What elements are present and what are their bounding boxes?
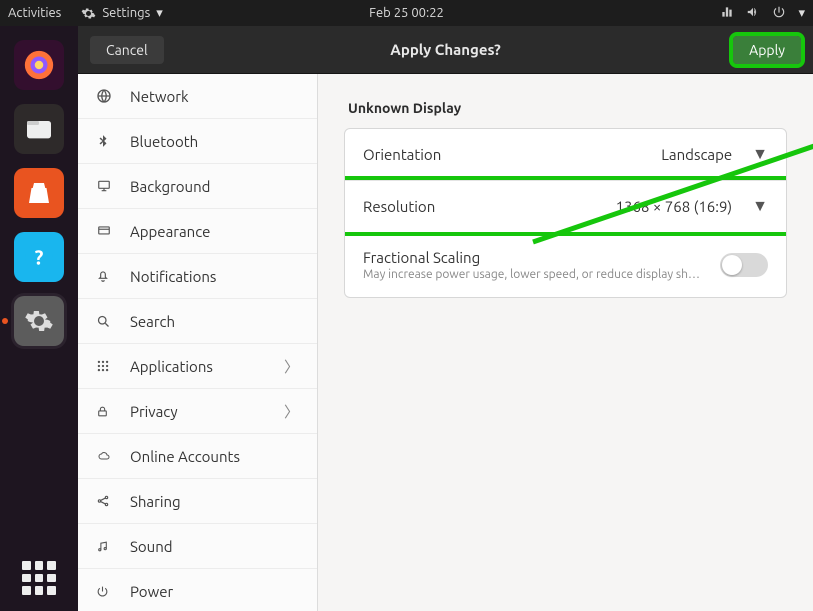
orientation-value: Landscape [661, 146, 732, 163]
sidebar-item-sharing[interactable]: Sharing [78, 479, 317, 524]
desktop-icon [96, 179, 114, 193]
sidebar-item-search[interactable]: Search [78, 299, 317, 344]
sidebar-label: Online Accounts [130, 448, 240, 465]
appearance-icon [96, 224, 114, 238]
share-icon [96, 494, 114, 508]
titlebar-title: Apply Changes? [390, 41, 500, 58]
fractional-scaling-label: Fractional Scaling [363, 249, 703, 266]
sidebar-label: Power [130, 583, 173, 600]
apply-button[interactable]: Apply [733, 36, 801, 64]
display-section-title: Unknown Display [348, 100, 787, 116]
dock: ? [0, 26, 78, 611]
app-menu[interactable]: Settings ▾ [81, 6, 162, 21]
orientation-row[interactable]: Orientation Landscape ▼ [345, 129, 786, 180]
dock-settings[interactable] [14, 296, 64, 346]
dock-help[interactable]: ? [14, 232, 64, 282]
lock-icon [96, 404, 114, 419]
orientation-label: Orientation [363, 146, 441, 163]
chevron-down-icon: ▾ [156, 6, 163, 21]
sidebar-label: Applications [130, 358, 213, 375]
sidebar-label: Bluetooth [130, 133, 198, 150]
grid-icon [96, 359, 114, 373]
bluetooth-icon [96, 133, 114, 149]
sidebar-label: Background [130, 178, 210, 195]
power-icon [96, 585, 114, 598]
sidebar-item-privacy[interactable]: Privacy 〉 [78, 389, 317, 434]
cloud-icon [96, 450, 114, 462]
app-menu-label: Settings [102, 6, 150, 20]
chevron-down-icon: ▾ [798, 6, 805, 21]
chevron-down-icon: ▼ [752, 197, 768, 216]
music-icon [96, 539, 114, 554]
chevron-down-icon: ▼ [752, 145, 768, 164]
sidebar-item-appearance[interactable]: Appearance [78, 209, 317, 254]
workspace: ? Cancel Apply Changes? Apply Network [0, 26, 813, 611]
settings-sidebar[interactable]: Network Bluetooth Background Appearance … [78, 74, 318, 611]
globe-icon [96, 88, 114, 104]
sidebar-label: Privacy [130, 403, 178, 420]
chevron-right-icon: 〉 [284, 401, 299, 422]
display-panel: Orientation Landscape ▼ Resolution 1368 … [344, 128, 787, 298]
fractional-scaling-row[interactable]: Fractional Scaling May increase power us… [345, 232, 786, 297]
sidebar-item-online-accounts[interactable]: Online Accounts [78, 434, 317, 479]
dock-firefox[interactable] [14, 40, 64, 90]
dock-show-applications[interactable] [22, 561, 56, 595]
activities-button[interactable]: Activities [8, 6, 61, 20]
svg-text:?: ? [35, 246, 44, 269]
chevron-right-icon: 〉 [284, 356, 299, 377]
bell-icon [96, 268, 114, 284]
resolution-label: Resolution [363, 198, 435, 215]
sidebar-label: Notifications [130, 268, 216, 285]
sidebar-label: Sharing [130, 493, 181, 510]
sidebar-item-power[interactable]: Power [78, 569, 317, 611]
sidebar-item-bluetooth[interactable]: Bluetooth [78, 119, 317, 164]
search-icon [96, 314, 114, 329]
resolution-value: 1368 × 768 (16:9) [616, 198, 733, 215]
power-icon [772, 5, 786, 22]
gnome-top-panel: Activities Settings ▾ Feb 25 00:22 ▾ [0, 0, 813, 26]
dock-files[interactable] [14, 104, 64, 154]
fractional-scaling-switch[interactable] [720, 253, 768, 277]
system-tray[interactable]: ▾ [720, 5, 805, 22]
cancel-button[interactable]: Cancel [90, 36, 164, 64]
clock[interactable]: Feb 25 00:22 [369, 6, 444, 20]
sidebar-item-background[interactable]: Background [78, 164, 317, 209]
displays-content: Unknown Display Orientation Landscape ▼ … [318, 74, 813, 611]
sidebar-label: Network [130, 88, 189, 105]
settings-window: Cancel Apply Changes? Apply Network Blue… [78, 26, 813, 611]
volume-icon [746, 5, 760, 22]
titlebar: Cancel Apply Changes? Apply [78, 26, 813, 74]
sidebar-label: Sound [130, 538, 173, 555]
sidebar-item-notifications[interactable]: Notifications [78, 254, 317, 299]
dock-software[interactable] [14, 168, 64, 218]
settings-icon [81, 6, 96, 21]
sidebar-label: Search [130, 313, 175, 330]
resolution-row[interactable]: Resolution 1368 × 768 (16:9) ▼ [345, 180, 786, 232]
fractional-scaling-sub: May increase power usage, lower speed, o… [363, 268, 703, 281]
network-icon [720, 5, 734, 22]
sidebar-item-sound[interactable]: Sound [78, 524, 317, 569]
sidebar-item-applications[interactable]: Applications 〉 [78, 344, 317, 389]
sidebar-label: Appearance [130, 223, 210, 240]
sidebar-item-network[interactable]: Network [78, 74, 317, 119]
